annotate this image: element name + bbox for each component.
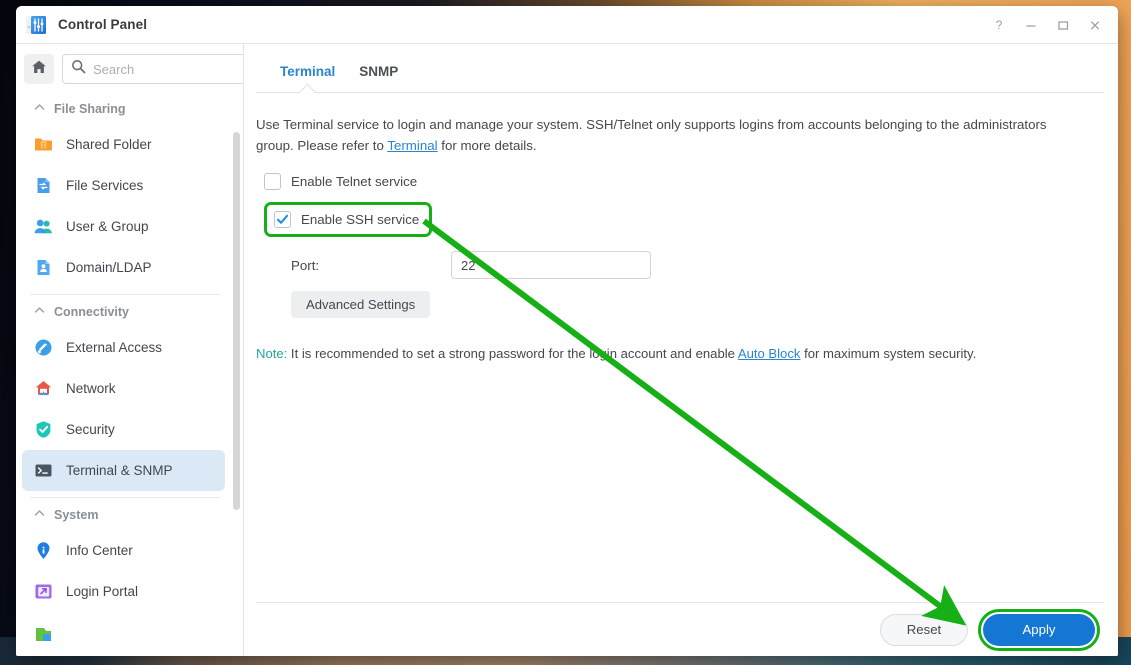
sidebar: File Sharing Shared Folder bbox=[16, 44, 244, 656]
control-panel-window: Control Panel ? Search File Sharing Shar… bbox=[16, 6, 1118, 656]
minimize-button[interactable] bbox=[1016, 11, 1046, 39]
intro-part1: Use Terminal service to login and manage… bbox=[256, 117, 1047, 153]
home-icon bbox=[31, 59, 47, 80]
auto-block-link[interactable]: Auto Block bbox=[738, 346, 801, 361]
search-input[interactable] bbox=[93, 61, 243, 77]
desktop-background: Control Panel ? Search File Sharing Shar… bbox=[0, 0, 1131, 665]
sidebar-item-partial[interactable] bbox=[22, 614, 225, 655]
sidebar-item-user-group[interactable]: User & Group bbox=[22, 206, 225, 247]
info-center-icon bbox=[33, 540, 54, 561]
enable-ssh-service-checkbox[interactable] bbox=[274, 211, 291, 229]
partial-item-icon bbox=[33, 624, 54, 645]
sidebar-item-security[interactable]: Security bbox=[22, 409, 225, 450]
sidebar-item-label: Security bbox=[66, 422, 115, 437]
domain-ldap-icon bbox=[33, 257, 54, 278]
sidebar-item-label: Network bbox=[66, 381, 116, 396]
tab-bar: Terminal SNMP bbox=[256, 44, 1104, 93]
checkmark-icon bbox=[276, 214, 289, 225]
security-icon bbox=[33, 419, 54, 440]
svg-text:?: ? bbox=[996, 18, 1003, 32]
port-row: Port: bbox=[256, 251, 1090, 280]
window-title: Control Panel bbox=[58, 17, 148, 32]
sidebar-group-label: File Sharing bbox=[54, 102, 126, 116]
sidebar-item-label: File Services bbox=[66, 178, 144, 193]
window-titlebar[interactable]: Control Panel ? bbox=[16, 6, 1118, 44]
advanced-settings-button[interactable]: Advanced Settings bbox=[291, 291, 431, 319]
shared-folder-icon bbox=[33, 134, 54, 155]
sidebar-item-label: Login Portal bbox=[66, 584, 139, 599]
tab-label: SNMP bbox=[359, 64, 399, 79]
enable-telnet-service-row[interactable]: Enable Telnet service bbox=[256, 173, 1090, 191]
sidebar-group-system[interactable]: System bbox=[16, 498, 231, 530]
note-text: Note: It is recommended to set a strong … bbox=[256, 344, 1046, 364]
sidebar-item-label: Domain/LDAP bbox=[66, 260, 152, 275]
sidebar-scrollbar[interactable] bbox=[233, 132, 240, 510]
search-icon bbox=[71, 59, 86, 79]
sidebar-item-login-portal[interactable]: Login Portal bbox=[22, 571, 225, 612]
sidebar-item-file-services[interactable]: File Services bbox=[22, 165, 225, 206]
enable-ssh-service-highlight: Enable SSH service bbox=[264, 202, 433, 238]
chevron-up-icon bbox=[34, 102, 45, 116]
sidebar-group-connectivity[interactable]: Connectivity bbox=[16, 295, 231, 327]
chevron-up-icon bbox=[34, 508, 45, 522]
sidebar-item-shared-folder[interactable]: Shared Folder bbox=[22, 124, 225, 165]
main-panel: Terminal SNMP Use Terminal service to lo… bbox=[244, 44, 1118, 656]
sidebar-item-label: Info Center bbox=[66, 543, 133, 558]
note-part1: It is recommended to set a strong passwo… bbox=[287, 346, 738, 362]
sidebar-group-label: Connectivity bbox=[54, 305, 130, 319]
sidebar-item-info-center[interactable]: Info Center bbox=[22, 530, 225, 571]
sidebar-toolbar bbox=[16, 44, 243, 92]
intro-text: Use Terminal service to login and manage… bbox=[256, 115, 1061, 156]
port-input[interactable] bbox=[451, 251, 651, 280]
sidebar-scrollbar-thumb[interactable] bbox=[233, 132, 240, 510]
close-button[interactable] bbox=[1080, 11, 1110, 39]
intro-part2: for more details. bbox=[437, 137, 537, 153]
network-icon bbox=[33, 378, 54, 399]
home-button[interactable] bbox=[24, 54, 54, 84]
control-panel-icon bbox=[26, 15, 46, 35]
sidebar-item-label: External Access bbox=[66, 340, 163, 355]
sidebar-item-terminal-snmp[interactable]: Terminal & SNMP bbox=[22, 450, 225, 491]
window-controls: ? bbox=[984, 11, 1110, 39]
enable-telnet-service-checkbox[interactable] bbox=[264, 173, 281, 191]
sidebar-item-external-access[interactable]: External Access bbox=[22, 327, 225, 368]
sidebar-item-label: User & Group bbox=[66, 219, 149, 234]
tab-snmp[interactable]: SNMP bbox=[347, 60, 410, 92]
chevron-up-icon bbox=[34, 305, 45, 319]
tab-terminal[interactable]: Terminal bbox=[268, 60, 347, 92]
help-button[interactable]: ? bbox=[984, 11, 1014, 39]
enable-telnet-service-label[interactable]: Enable Telnet service bbox=[291, 174, 417, 189]
sidebar-group-file-sharing[interactable]: File Sharing bbox=[16, 92, 231, 124]
apply-button-highlight: Apply bbox=[978, 608, 1100, 651]
sidebar-item-network[interactable]: Network bbox=[22, 368, 225, 409]
terminal-snmp-icon bbox=[33, 460, 54, 481]
footer-action-bar: Reset Apply bbox=[256, 602, 1104, 656]
note-part2: for maximum system security. bbox=[800, 346, 977, 362]
settings-content: Use Terminal service to login and manage… bbox=[244, 93, 1118, 602]
sidebar-nav: File Sharing Shared Folder File Services… bbox=[16, 92, 243, 656]
search-box[interactable] bbox=[62, 54, 243, 84]
login-portal-icon bbox=[33, 581, 54, 602]
reset-button[interactable]: Reset bbox=[880, 613, 968, 646]
sidebar-item-domain-ldap[interactable]: Domain/LDAP bbox=[22, 247, 225, 288]
user-group-icon bbox=[33, 216, 54, 237]
sidebar-item-label: Shared Folder bbox=[66, 137, 152, 152]
maximize-button[interactable] bbox=[1048, 11, 1078, 39]
file-services-icon bbox=[33, 175, 54, 196]
external-access-icon bbox=[33, 337, 54, 358]
enable-ssh-service-label[interactable]: Enable SSH service bbox=[301, 212, 419, 227]
sidebar-group-label: System bbox=[54, 508, 99, 522]
note-keyword: Note: bbox=[256, 346, 288, 362]
apply-button[interactable]: Apply bbox=[983, 613, 1095, 646]
port-label: Port: bbox=[291, 257, 320, 273]
tab-label: Terminal bbox=[280, 64, 336, 79]
terminal-help-link[interactable]: Terminal bbox=[387, 138, 437, 153]
sidebar-item-label: Terminal & SNMP bbox=[66, 463, 173, 478]
